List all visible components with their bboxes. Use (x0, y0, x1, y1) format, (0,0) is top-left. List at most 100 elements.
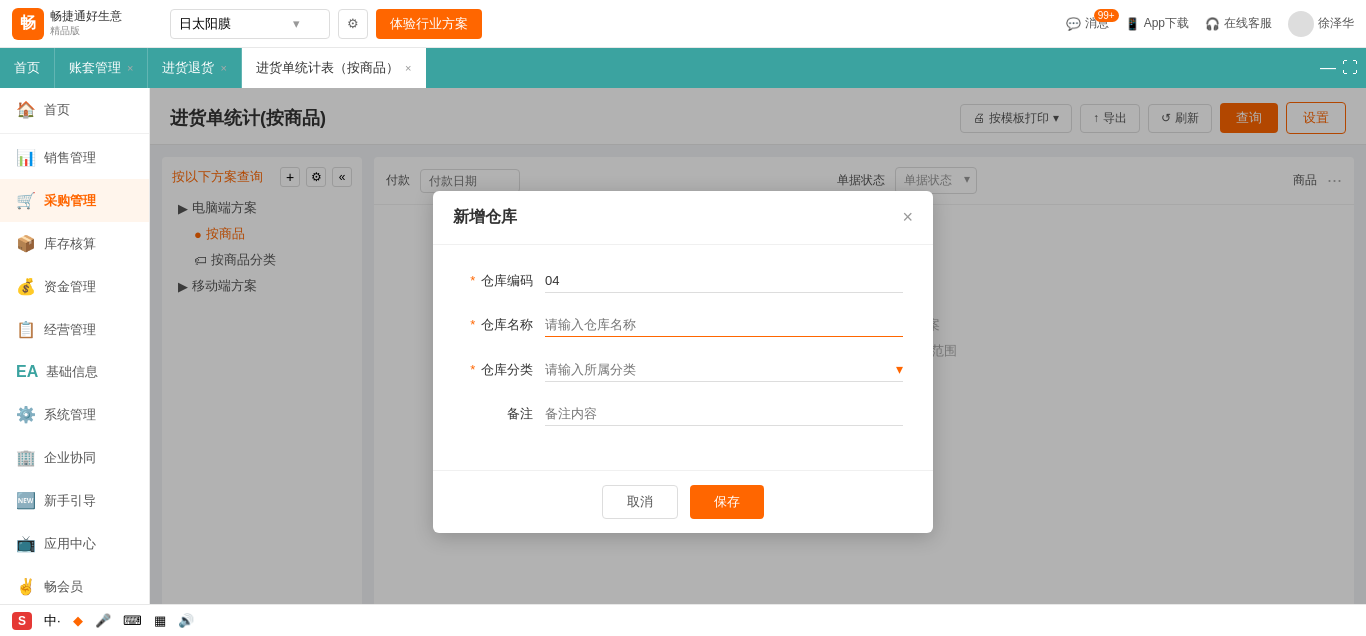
sidebar-label-app-center: 应用中心 (44, 535, 96, 553)
required-mark-category: * (470, 362, 475, 377)
category-arrow-icon: ▾ (896, 361, 903, 377)
tab-stats[interactable]: 进货单统计表（按商品） × (242, 48, 426, 88)
search-input[interactable] (179, 16, 289, 31)
settings-button[interactable]: ⚙ (338, 9, 368, 39)
label-text-name: 仓库名称 (481, 317, 533, 332)
label-text-code: 仓库编码 (481, 273, 533, 288)
sidebar-item-inventory[interactable]: 📦 库存核算 (0, 222, 149, 265)
sidebar-item-basic[interactable]: EA 基础信息 (0, 351, 149, 393)
tab-home-label: 首页 (14, 59, 40, 77)
category-dropdown[interactable]: ▾ (545, 357, 903, 382)
sidebar-item-sales[interactable]: 📊 销售管理 (0, 136, 149, 179)
trial-button[interactable]: 体验行业方案 (376, 9, 482, 39)
tab-purchase-return[interactable]: 进货退货 × (148, 48, 241, 88)
sidebar-label-enterprise: 企业协同 (44, 449, 96, 467)
app-download-item[interactable]: 📱 App下载 (1125, 15, 1189, 32)
tab-purchase-return-close[interactable]: × (220, 62, 226, 74)
content-area: 进货单统计(按商品) 🖨 按模板打印 ▾ ↑ 导出 ↺ 刷新 查询 设置 (150, 88, 1366, 636)
form-row-code: * 仓库编码 (463, 269, 903, 293)
bottom-keyboard-icon[interactable]: ⌨ (123, 613, 142, 628)
sidebar-divider-1 (0, 133, 149, 134)
basic-icon: EA (16, 363, 38, 381)
main-layout: 🏠 首页 📊 销售管理 🛒 采购管理 📦 库存核算 💰 资金管理 📋 经营管理 … (0, 88, 1366, 636)
sidebar-item-system[interactable]: ⚙️ 系统管理 (0, 393, 149, 436)
dialog-close-button[interactable]: × (902, 207, 913, 228)
form-row-name: * 仓库名称 (463, 313, 903, 337)
tab-account[interactable]: 账套管理 × (55, 48, 148, 88)
logo-text: 畅捷通好生意 (50, 9, 122, 25)
save-button[interactable]: 保存 (690, 485, 764, 519)
dialog-new-warehouse: 新增仓库 × * 仓库编码 * (433, 191, 933, 533)
tab-bar: 首页 账套管理 × 进货退货 × 进货单统计表（按商品） × — ⛶ (0, 48, 1366, 88)
bottom-grid-icon[interactable]: ▦ (154, 613, 166, 628)
sidebar-item-app-center[interactable]: 📺 应用中心 (0, 522, 149, 565)
sidebar-item-guide[interactable]: 🆕 新手引导 (0, 479, 149, 522)
search-bar[interactable]: ▾ (170, 9, 330, 39)
label-text-remark: 备注 (507, 406, 533, 421)
sidebar-label-purchase: 采购管理 (44, 192, 96, 210)
enterprise-icon: 🏢 (16, 448, 36, 467)
sidebar-item-finance[interactable]: 💰 资金管理 (0, 265, 149, 308)
sidebar-label-vip: 畅会员 (44, 578, 83, 596)
sidebar-label-sales: 销售管理 (44, 149, 96, 167)
form-label-name: * 仓库名称 (463, 316, 533, 334)
online-service-item[interactable]: 🎧 在线客服 (1205, 15, 1272, 32)
bottom-logo: S (12, 612, 32, 630)
tab-account-close[interactable]: × (127, 62, 133, 74)
tab-maximize-icon[interactable]: ⛶ (1342, 60, 1358, 76)
dialog-body: * 仓库编码 * 仓库名称 (433, 245, 933, 470)
bottom-bar: S 中· ◆ 🎤 ⌨ ▦ 🔊 (0, 604, 1366, 636)
warehouse-code-input[interactable] (545, 269, 903, 293)
sidebar-item-business[interactable]: 📋 经营管理 (0, 308, 149, 351)
inventory-icon: 📦 (16, 234, 36, 253)
search-dropdown-icon[interactable]: ▾ (293, 16, 300, 31)
guide-icon: 🆕 (16, 491, 36, 510)
avatar (1288, 11, 1314, 37)
message-badge: 99+ (1094, 9, 1119, 22)
tab-minimize-icon[interactable]: — (1320, 60, 1336, 76)
dialog-overlay: 新增仓库 × * 仓库编码 * (150, 88, 1366, 636)
bottom-volume-icon[interactable]: 🔊 (178, 613, 194, 628)
purchase-icon: 🛒 (16, 191, 36, 210)
cancel-button[interactable]: 取消 (602, 485, 678, 519)
vip-icon: ✌️ (16, 577, 36, 596)
tab-account-label: 账套管理 (69, 59, 121, 77)
bottom-diamond-icon[interactable]: ◆ (73, 613, 83, 628)
sidebar-label-finance: 资金管理 (44, 278, 96, 296)
sidebar-label-home: 首页 (44, 101, 70, 119)
business-icon: 📋 (16, 320, 36, 339)
phone-icon: 📱 (1125, 17, 1140, 31)
form-label-code: * 仓库编码 (463, 272, 533, 290)
sidebar-item-home[interactable]: 🏠 首页 (0, 88, 149, 131)
sidebar-item-purchase[interactable]: 🛒 采购管理 (0, 179, 149, 222)
message-icon: 💬 (1066, 17, 1081, 31)
tab-actions: — ⛶ (1320, 48, 1366, 88)
sidebar-item-vip[interactable]: ✌️ 畅会员 (0, 565, 149, 608)
form-row-remark: 备注 (463, 402, 903, 426)
user-item[interactable]: 徐泽华 (1288, 11, 1354, 37)
username-label: 徐泽华 (1318, 15, 1354, 32)
form-label-remark: 备注 (463, 405, 533, 423)
remark-input[interactable] (545, 402, 903, 426)
dialog-title: 新增仓库 (453, 207, 517, 228)
home-icon: 🏠 (16, 100, 36, 119)
tab-home[interactable]: 首页 (0, 48, 55, 88)
tab-stats-label: 进货单统计表（按商品） (256, 59, 399, 77)
message-item[interactable]: 💬 消息 99+ (1066, 15, 1109, 32)
sidebar: 🏠 首页 📊 销售管理 🛒 采购管理 📦 库存核算 💰 资金管理 📋 经营管理 … (0, 88, 150, 636)
dialog-footer: 取消 保存 (433, 470, 933, 533)
sidebar-label-inventory: 库存核算 (44, 235, 96, 253)
app-logo-icon: 畅 (12, 8, 44, 40)
required-mark-name: * (470, 317, 475, 332)
bottom-lang-icon[interactable]: 中· (44, 612, 61, 630)
dialog-header: 新增仓库 × (433, 191, 933, 245)
logo-text-area: 畅捷通好生意 精品版 (50, 9, 122, 39)
warehouse-name-input[interactable] (545, 313, 903, 337)
sidebar-item-enterprise[interactable]: 🏢 企业协同 (0, 436, 149, 479)
online-service-label: 在线客服 (1224, 15, 1272, 32)
required-mark-code: * (470, 273, 475, 288)
bottom-mic-icon[interactable]: 🎤 (95, 613, 111, 628)
category-input[interactable] (545, 362, 896, 377)
tab-stats-close[interactable]: × (405, 62, 411, 74)
finance-icon: 💰 (16, 277, 36, 296)
